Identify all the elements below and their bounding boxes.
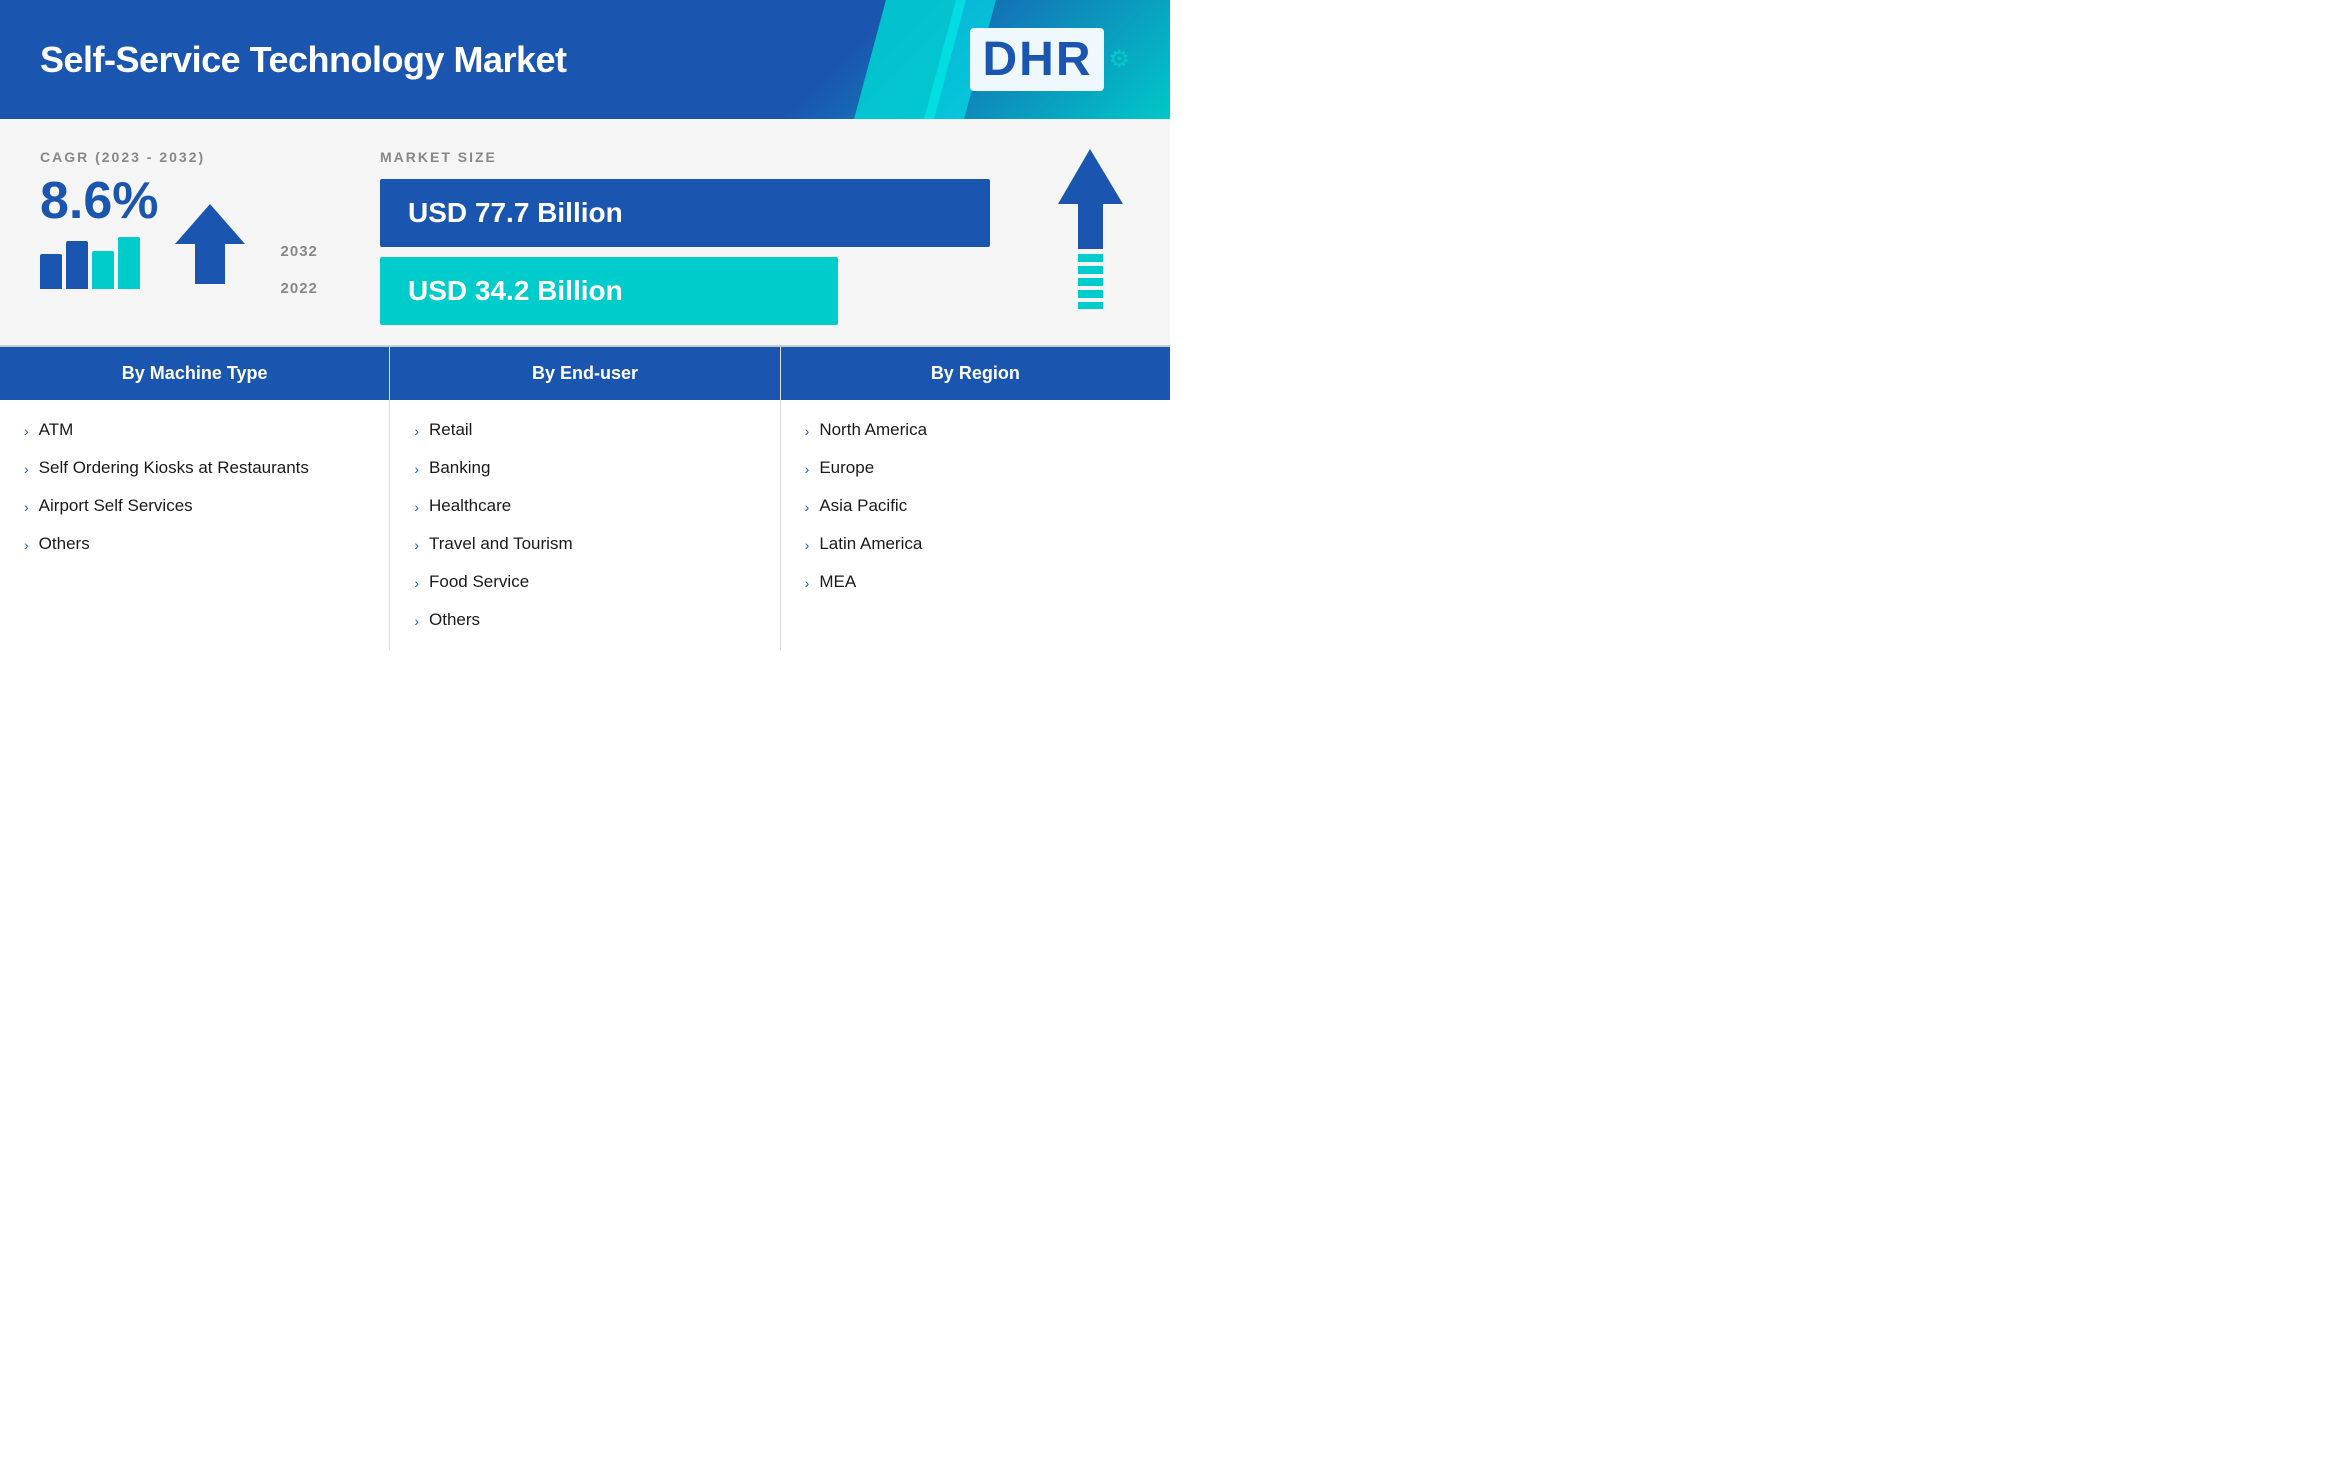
region-item-4: Latin America <box>819 534 922 554</box>
chevron-icon: › <box>414 613 419 629</box>
machine-type-content: › ATM › Self Ordering Kiosks at Restaura… <box>0 400 389 574</box>
machine-type-column: By Machine Type › ATM › Self Ordering Ki… <box>0 347 390 650</box>
list-item: › ATM <box>24 420 365 440</box>
bottom-section: By Machine Type › ATM › Self Ordering Ki… <box>0 347 1170 650</box>
cagr-content: 8.6% 2032 2022 <box>40 175 318 297</box>
chevron-icon: › <box>805 537 810 553</box>
end-user-item-2: Banking <box>429 458 490 478</box>
list-item: › Others <box>414 610 755 630</box>
chevron-icon: › <box>24 537 29 553</box>
chart-bar-2 <box>66 241 88 289</box>
chart-bar-3 <box>92 251 114 289</box>
market-size-label: MARKET SIZE <box>380 149 990 165</box>
metrics-section: CAGR (2023 - 2032) 8.6% 2032 20 <box>0 119 1170 347</box>
chevron-icon: › <box>414 461 419 477</box>
list-item: › Europe <box>805 458 1146 478</box>
chevron-icon: › <box>805 499 810 515</box>
big-arrow-area <box>1050 149 1130 309</box>
end-user-content: › Retail › Banking › Healthcare › Travel… <box>390 400 779 650</box>
region-header: By Region <box>781 347 1170 400</box>
logo-text: DHR <box>970 28 1104 91</box>
list-item: › Retail <box>414 420 755 440</box>
end-user-item-5: Food Service <box>429 572 529 592</box>
logo-area: DHR ⚙ <box>970 28 1130 91</box>
market-size-2032-bar: USD 77.7 Billion <box>380 179 990 247</box>
list-item: › Healthcare <box>414 496 755 516</box>
list-item: › Food Service <box>414 572 755 592</box>
chevron-icon: › <box>414 575 419 591</box>
chart-bar-1 <box>40 254 62 289</box>
cagr-chart-and-value: 8.6% <box>40 175 159 297</box>
chevron-icon: › <box>805 575 810 591</box>
logo-gear-icon: ⚙ <box>1108 45 1130 74</box>
end-user-column: By End-user › Retail › Banking › Healthc… <box>390 347 780 650</box>
list-item: › Airport Self Services <box>24 496 365 516</box>
end-user-item-1: Retail <box>429 420 472 440</box>
list-item: › Latin America <box>805 534 1146 554</box>
chevron-icon: › <box>24 461 29 477</box>
list-item: › MEA <box>805 572 1146 592</box>
machine-type-item-2: Self Ordering Kiosks at Restaurants <box>39 458 309 478</box>
list-item: › Travel and Tourism <box>414 534 755 554</box>
region-column: By Region › North America › Europe › Asi… <box>781 347 1170 650</box>
cagr-value: 8.6% <box>40 175 159 227</box>
cagr-block: CAGR (2023 - 2032) 8.6% 2032 20 <box>40 149 320 297</box>
list-item: › Banking <box>414 458 755 478</box>
market-size-2022-bar: USD 34.2 Billion <box>380 257 838 325</box>
cagr-chart <box>40 237 140 289</box>
list-item: › Asia Pacific <box>805 496 1146 516</box>
cagr-trend-arrow <box>175 204 245 289</box>
machine-type-item-3: Airport Self Services <box>39 496 193 516</box>
chevron-icon: › <box>24 499 29 515</box>
end-user-header: By End-user <box>390 347 779 400</box>
machine-type-item-4: Others <box>39 534 90 554</box>
growth-arrow-icon <box>1058 149 1123 309</box>
cagr-label: CAGR (2023 - 2032) <box>40 149 205 165</box>
region-content: › North America › Europe › Asia Pacific … <box>781 400 1170 612</box>
end-user-item-3: Healthcare <box>429 496 511 516</box>
list-item: › Self Ordering Kiosks at Restaurants <box>24 458 365 478</box>
chevron-icon: › <box>414 537 419 553</box>
chevron-icon: › <box>805 423 810 439</box>
region-item-2: Europe <box>819 458 874 478</box>
year-labels: 2032 2022 <box>281 243 318 297</box>
year-2032-label: 2032 <box>281 243 318 260</box>
market-size-block: MARKET SIZE USD 77.7 Billion USD 34.2 Bi… <box>380 149 990 325</box>
chevron-icon: › <box>24 423 29 439</box>
chevron-icon: › <box>414 499 419 515</box>
machine-type-item-1: ATM <box>39 420 74 440</box>
chevron-icon: › <box>414 423 419 439</box>
region-item-1: North America <box>819 420 927 440</box>
chevron-icon: › <box>805 461 810 477</box>
region-item-5: MEA <box>819 572 856 592</box>
list-item: › North America <box>805 420 1146 440</box>
end-user-item-4: Travel and Tourism <box>429 534 573 554</box>
page-title: Self-Service Technology Market <box>40 39 567 81</box>
list-item: › Others <box>24 534 365 554</box>
machine-type-header: By Machine Type <box>0 347 389 400</box>
page-header: Self-Service Technology Market DHR ⚙ <box>0 0 1170 119</box>
chart-bar-4 <box>118 237 140 289</box>
end-user-item-6: Others <box>429 610 480 630</box>
year-2022-label: 2022 <box>281 280 318 297</box>
region-item-3: Asia Pacific <box>819 496 907 516</box>
